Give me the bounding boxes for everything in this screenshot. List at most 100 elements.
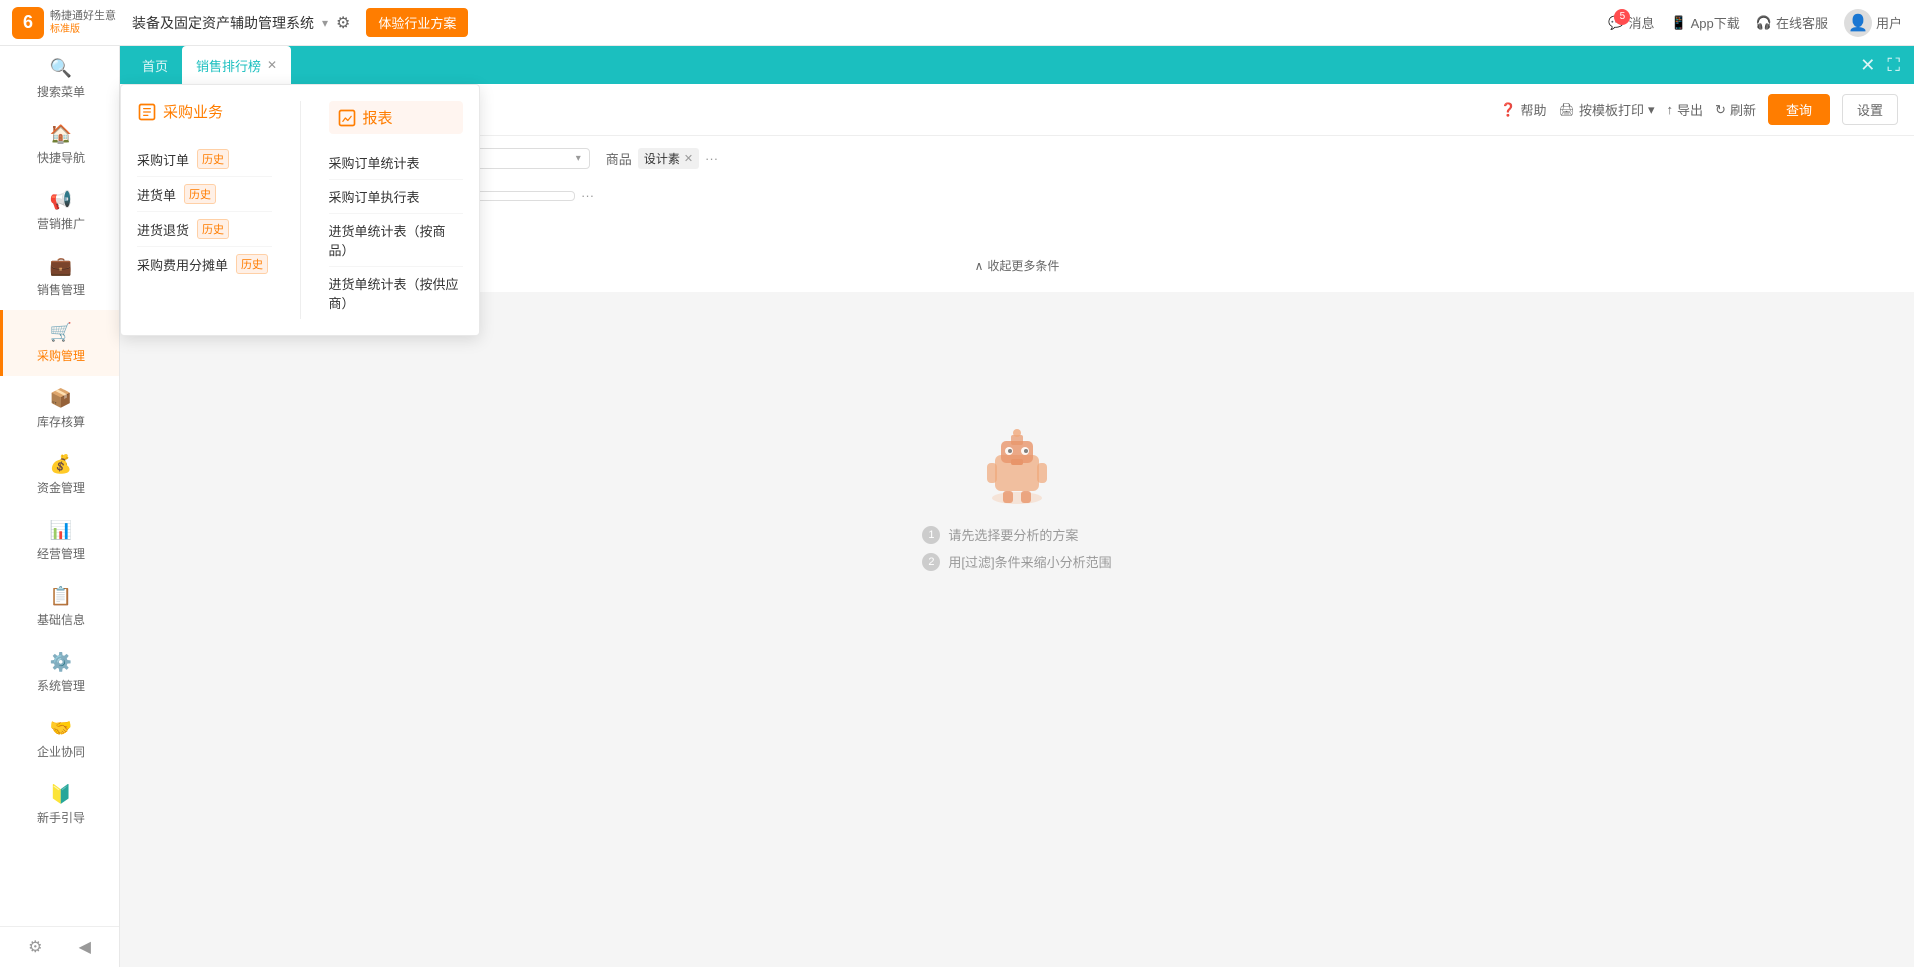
- tab-expand-icon[interactable]: ⛶: [1881, 55, 1906, 76]
- service-label: 在线客服: [1776, 13, 1828, 32]
- tab-close-icon[interactable]: ✕: [267, 58, 277, 72]
- print-action[interactable]: 🖨 按模板打印 ▾: [1558, 100, 1654, 119]
- sidebar-item-capital[interactable]: 💰 资金管理: [0, 442, 119, 508]
- industry-button[interactable]: 体验行业方案: [366, 8, 468, 37]
- menu-item-label: 采购订单执行表: [329, 187, 420, 206]
- sidebar-item-guide[interactable]: 🔰 新手引导: [0, 772, 119, 838]
- goods-tag-close[interactable]: ✕: [684, 152, 693, 165]
- sidebar-settings-icon[interactable]: ⚙: [28, 937, 42, 957]
- sidebar-bottom: ⚙ ◀: [0, 926, 119, 967]
- service-action[interactable]: 🎧 在线客服: [1756, 13, 1828, 32]
- report-menu-item-2[interactable]: 进货单统计表（按商品）: [329, 214, 464, 267]
- sidebar-collapse-icon[interactable]: ◀: [79, 937, 91, 957]
- sidebar-icon-basic: 📋: [50, 586, 72, 607]
- sidebar-label-inventory: 库存核算: [37, 413, 85, 430]
- refresh-icon: ↻: [1715, 102, 1726, 118]
- sidebar-label-sales: 销售管理: [37, 281, 85, 298]
- goods-filter-dots[interactable]: ···: [705, 151, 718, 166]
- goods-filter-tag: 设计素 ✕: [638, 148, 699, 169]
- refresh-action[interactable]: ↻ 刷新: [1715, 100, 1756, 119]
- report-icon: [337, 108, 357, 128]
- system-title-text: 装备及固定资产辅助管理系统: [132, 13, 314, 33]
- sidebar-item-system[interactable]: ⚙️ 系统管理: [0, 640, 119, 706]
- sidebar-icon-capital: 💰: [50, 454, 72, 475]
- app-label: App下载: [1691, 13, 1740, 32]
- headset-icon: 🎧: [1756, 15, 1772, 31]
- message-badge: 5: [1614, 9, 1630, 25]
- tab-bar: 首页 销售排行榜 ✕ ✕ ⛶: [120, 46, 1914, 84]
- menu-item-label: 进货退货: [137, 220, 189, 239]
- purchase-menu-item-0[interactable]: 采购订单 历史: [137, 142, 272, 177]
- sidebar-item-basic[interactable]: 📋 基础信息: [0, 574, 119, 640]
- sidebar-icon-nav: 🏠: [50, 124, 72, 145]
- purchase-business-icon: [137, 102, 157, 122]
- sidebar-icon-enterprise: 🤝: [50, 718, 72, 739]
- header-right: 💬 5 消息 📱 App下载 🎧 在线客服 👤 用户: [1608, 9, 1902, 37]
- collapse-icon: ∧: [975, 259, 984, 273]
- sidebar-label-enterprise: 企业协同: [37, 743, 85, 760]
- report-menu-item-1[interactable]: 采购订单执行表: [329, 180, 464, 214]
- sidebar-label-capital: 资金管理: [37, 479, 85, 496]
- sidebar-icon-system: ⚙️: [50, 652, 72, 673]
- sidebar-icon-sales: 💼: [50, 256, 72, 277]
- menu-purchase-title: 采购业务: [137, 101, 272, 130]
- tab-close-all-icon[interactable]: ✕: [1854, 55, 1881, 76]
- sidebar-label-marketing: 营销推广: [37, 215, 85, 232]
- salesman-filter-dots[interactable]: ···: [581, 188, 594, 203]
- sidebar-item-purchase[interactable]: 🛒 采购管理: [0, 310, 119, 376]
- menu-divider: [300, 101, 301, 319]
- purchase-menu-item-3[interactable]: 采购费用分摊单 历史: [137, 247, 272, 281]
- menu-column-purchase: 采购业务 采购订单 历史 进货单 历史 进货退货 历史 采购费用分摊单 历史: [137, 101, 272, 319]
- help-label: 帮助: [1520, 100, 1546, 119]
- sidebar-item-nav[interactable]: 🏠 快捷导航: [0, 112, 119, 178]
- sidebar-icon-inventory: 📦: [50, 388, 72, 409]
- collapse-label: 收起更多条件: [987, 257, 1059, 274]
- app-download-action[interactable]: 📱 App下载: [1670, 13, 1739, 32]
- sidebar-icon-search: 🔍: [50, 58, 72, 79]
- report-menu-item-3[interactable]: 进货单统计表（按供应商）: [329, 267, 464, 319]
- query-button[interactable]: 查询: [1768, 94, 1830, 125]
- sidebar-item-inventory[interactable]: 📦 库存核算: [0, 376, 119, 442]
- purchase-menu-item-1[interactable]: 进货单 历史: [137, 177, 272, 212]
- purchase-menu-item-2[interactable]: 进货退货 历史: [137, 212, 272, 247]
- sidebar-item-marketing[interactable]: 📢 营销推广: [0, 178, 119, 244]
- empty-illustration: [967, 413, 1067, 513]
- settings-small-button[interactable]: 设置: [1842, 94, 1898, 125]
- help-icon: ❓: [1500, 102, 1516, 118]
- user-label: 用户: [1876, 13, 1902, 32]
- menu-item-label: 采购费用分摊单: [137, 255, 228, 274]
- history-tag: 历史: [184, 184, 216, 204]
- empty-hint-1: 1 请先选择要分析的方案: [922, 525, 1111, 544]
- menu-item-label: 进货单统计表（按商品）: [329, 221, 464, 259]
- print-dropdown-icon[interactable]: ▾: [1648, 102, 1655, 118]
- sidebar-icon-marketing: 📢: [50, 190, 72, 211]
- title-settings-icon[interactable]: ⚙: [336, 13, 350, 33]
- export-action[interactable]: ↑ 导出: [1667, 100, 1704, 119]
- sidebar-icon-operation: 📊: [50, 520, 72, 541]
- title-dropdown-arrow[interactable]: ▾: [322, 16, 328, 30]
- sidebar-item-search[interactable]: 🔍 搜索菜单: [0, 46, 119, 112]
- message-label: 消息: [1628, 13, 1654, 32]
- status-dropdown-icon: ▾: [576, 153, 581, 164]
- sidebar-label-search: 搜索菜单: [37, 83, 85, 100]
- export-icon: ↑: [1667, 102, 1674, 117]
- tab-sales-rank[interactable]: 销售排行榜 ✕: [182, 46, 291, 84]
- user-action[interactable]: 👤 用户: [1844, 9, 1902, 37]
- history-tag: 历史: [197, 149, 229, 169]
- sidebar-item-operation[interactable]: 📊 经营管理: [0, 508, 119, 574]
- sidebar-item-enterprise[interactable]: 🤝 企业协同: [0, 706, 119, 772]
- tab-home[interactable]: 首页: [128, 46, 182, 84]
- sidebar-item-sales[interactable]: 💼 销售管理: [0, 244, 119, 310]
- print-label: 按模板打印: [1579, 100, 1644, 119]
- help-action[interactable]: ❓ 帮助: [1500, 100, 1546, 119]
- menu-column-report: 报表 采购订单统计表采购订单执行表进货单统计表（按商品） 进货单统计表（按供应商）: [329, 101, 464, 319]
- menu-report-title: 报表: [329, 101, 464, 134]
- empty-state: 1 请先选择要分析的方案 2 用[过滤]条件来缩小分析范围: [120, 292, 1914, 692]
- sidebar-label-guide: 新手引导: [37, 809, 85, 826]
- report-menu-item-0[interactable]: 采购订单统计表: [329, 146, 464, 180]
- message-action[interactable]: 💬 5 消息: [1608, 13, 1654, 32]
- goods-filter-label: 商品: [606, 149, 632, 168]
- history-tag: 历史: [197, 219, 229, 239]
- filter-goods: 商品 设计素 ✕ ···: [606, 148, 806, 169]
- sidebar-label-operation: 经营管理: [37, 545, 85, 562]
